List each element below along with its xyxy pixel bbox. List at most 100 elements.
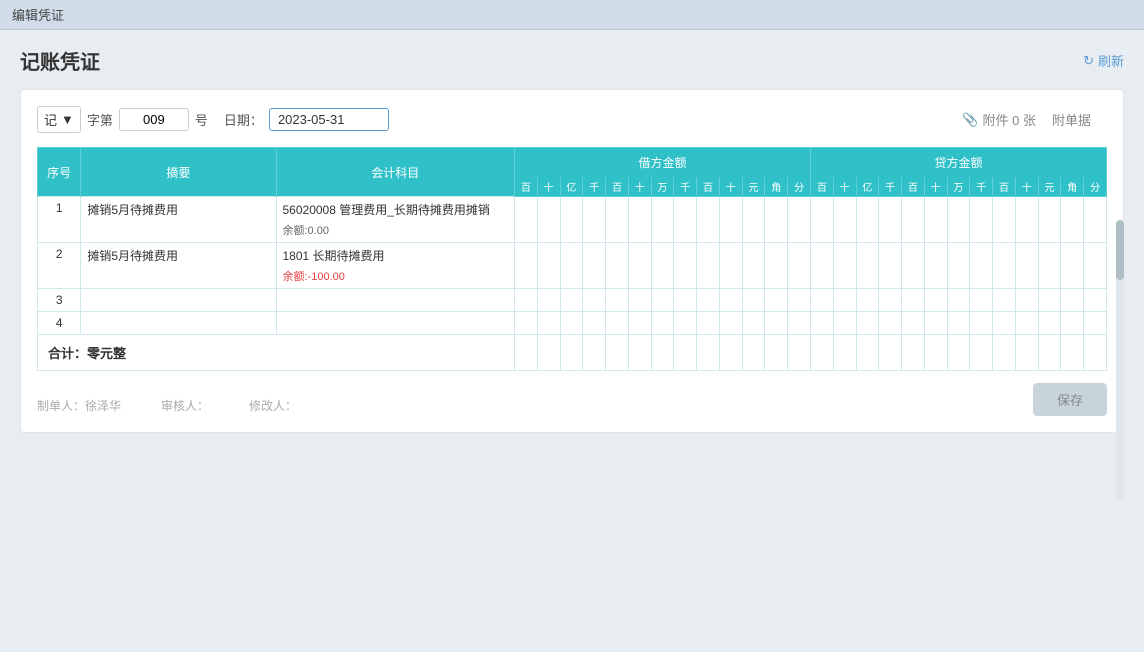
- row-2-credit-d6[interactable]: [924, 243, 947, 289]
- row-4-credit-d4[interactable]: [879, 312, 902, 335]
- row-1-seq[interactable]: 1: [38, 197, 81, 243]
- row-4-account[interactable]: [276, 312, 515, 335]
- row-2-credit-d5[interactable]: [902, 243, 925, 289]
- row-3-credit-d11[interactable]: [1038, 289, 1061, 312]
- row-4-credit-d2[interactable]: [833, 312, 856, 335]
- row-3-credit-d9[interactable]: [993, 289, 1016, 312]
- scrollbar[interactable]: [1116, 220, 1124, 500]
- row-4-summary[interactable]: [81, 312, 276, 335]
- row-1-account[interactable]: 56020008 管理费用_长期待摊费用摊销余额:0.00: [276, 197, 515, 243]
- row-4-credit-d8[interactable]: [970, 312, 993, 335]
- voucher-type-select[interactable]: 记 ▼: [37, 106, 81, 133]
- row-3-account[interactable]: [276, 289, 515, 312]
- row-2-debit-d13[interactable]: [788, 243, 811, 289]
- row-3-debit-d8[interactable]: [674, 289, 697, 312]
- row-3-debit-d9[interactable]: [697, 289, 720, 312]
- row-1-debit-d1[interactable]: [515, 197, 538, 243]
- row-1-debit-d2[interactable]: [537, 197, 560, 243]
- row-4-credit-d10[interactable]: [1015, 312, 1038, 335]
- row-1-debit-d5[interactable]: [606, 197, 629, 243]
- row-2-debit-d10[interactable]: [719, 243, 742, 289]
- row-1-credit-d10[interactable]: [1015, 197, 1038, 243]
- row-2-debit-d12[interactable]: [765, 243, 788, 289]
- row-4-debit-d6[interactable]: [628, 312, 651, 335]
- row-1-credit-d6[interactable]: [924, 197, 947, 243]
- row-1-credit-d4[interactable]: [879, 197, 902, 243]
- row-3-debit-d7[interactable]: [651, 289, 674, 312]
- row-3-credit-d7[interactable]: [947, 289, 970, 312]
- row-2-debit-d8[interactable]: [674, 243, 697, 289]
- row-3-credit-d4[interactable]: [879, 289, 902, 312]
- row-3-credit-d12[interactable]: [1061, 289, 1084, 312]
- row-3-credit-d2[interactable]: [833, 289, 856, 312]
- voucher-number-input[interactable]: [119, 108, 189, 131]
- row-4-debit-d7[interactable]: [651, 312, 674, 335]
- row-2-debit-d5[interactable]: [606, 243, 629, 289]
- row-4-credit-d5[interactable]: [902, 312, 925, 335]
- single-document-link[interactable]: 附单据: [1052, 110, 1091, 129]
- row-3-debit-d2[interactable]: [537, 289, 560, 312]
- row-2-debit-d4[interactable]: [583, 243, 606, 289]
- row-2-credit-d10[interactable]: [1015, 243, 1038, 289]
- row-1-summary[interactable]: 摊销5月待摊费用: [81, 197, 276, 243]
- row-2-credit-d13[interactable]: [1084, 243, 1107, 289]
- row-2-credit-d12[interactable]: [1061, 243, 1084, 289]
- row-3-credit-d1[interactable]: [810, 289, 833, 312]
- save-button[interactable]: 保存: [1033, 383, 1107, 416]
- row-4-debit-d2[interactable]: [537, 312, 560, 335]
- row-1-debit-d11[interactable]: [742, 197, 765, 243]
- row-2-debit-d1[interactable]: [515, 243, 538, 289]
- row-3-credit-d10[interactable]: [1015, 289, 1038, 312]
- row-2-account[interactable]: 1801 长期待摊费用余额:-100.00: [276, 243, 515, 289]
- row-1-debit-d6[interactable]: [628, 197, 651, 243]
- row-3-debit-d5[interactable]: [606, 289, 629, 312]
- row-1-credit-d5[interactable]: [902, 197, 925, 243]
- row-4-debit-d9[interactable]: [697, 312, 720, 335]
- row-4-credit-d13[interactable]: [1084, 312, 1107, 335]
- row-1-credit-d9[interactable]: [993, 197, 1016, 243]
- row-1-debit-d12[interactable]: [765, 197, 788, 243]
- row-3-debit-d4[interactable]: [583, 289, 606, 312]
- row-1-debit-d10[interactable]: [719, 197, 742, 243]
- row-1-debit-d3[interactable]: [560, 197, 583, 243]
- scrollbar-thumb[interactable]: [1116, 220, 1124, 280]
- row-1-debit-d8[interactable]: [674, 197, 697, 243]
- row-2-seq[interactable]: 2: [38, 243, 81, 289]
- row-2-debit-d3[interactable]: [560, 243, 583, 289]
- row-3-credit-d6[interactable]: [924, 289, 947, 312]
- row-1-debit-d13[interactable]: [788, 197, 811, 243]
- row-2-credit-d8[interactable]: [970, 243, 993, 289]
- row-3-debit-d3[interactable]: [560, 289, 583, 312]
- row-3-seq[interactable]: 3: [38, 289, 81, 312]
- row-4-debit-d11[interactable]: [742, 312, 765, 335]
- row-1-credit-d7[interactable]: [947, 197, 970, 243]
- row-3-summary[interactable]: [81, 289, 276, 312]
- attachment-link[interactable]: 📎 附件 0 张: [962, 110, 1036, 129]
- row-2-credit-d4[interactable]: [879, 243, 902, 289]
- row-2-summary[interactable]: 摊销5月待摊费用: [81, 243, 276, 289]
- row-2-credit-d3[interactable]: [856, 243, 879, 289]
- row-1-credit-d11[interactable]: [1038, 197, 1061, 243]
- row-1-debit-d9[interactable]: [697, 197, 720, 243]
- row-3-debit-d13[interactable]: [788, 289, 811, 312]
- date-input[interactable]: [269, 108, 389, 131]
- row-2-debit-d11[interactable]: [742, 243, 765, 289]
- row-3-credit-d3[interactable]: [856, 289, 879, 312]
- row-2-credit-d1[interactable]: [810, 243, 833, 289]
- row-3-credit-d13[interactable]: [1084, 289, 1107, 312]
- row-1-debit-d4[interactable]: [583, 197, 606, 243]
- row-2-debit-d6[interactable]: [628, 243, 651, 289]
- row-2-credit-d11[interactable]: [1038, 243, 1061, 289]
- row-3-debit-d6[interactable]: [628, 289, 651, 312]
- row-2-debit-d7[interactable]: [651, 243, 674, 289]
- row-3-debit-d10[interactable]: [719, 289, 742, 312]
- row-4-credit-d1[interactable]: [810, 312, 833, 335]
- row-1-debit-d7[interactable]: [651, 197, 674, 243]
- row-4-credit-d12[interactable]: [1061, 312, 1084, 335]
- row-4-debit-d3[interactable]: [560, 312, 583, 335]
- row-4-credit-d7[interactable]: [947, 312, 970, 335]
- row-2-credit-d7[interactable]: [947, 243, 970, 289]
- row-2-credit-d9[interactable]: [993, 243, 1016, 289]
- row-3-debit-d12[interactable]: [765, 289, 788, 312]
- row-3-credit-d8[interactable]: [970, 289, 993, 312]
